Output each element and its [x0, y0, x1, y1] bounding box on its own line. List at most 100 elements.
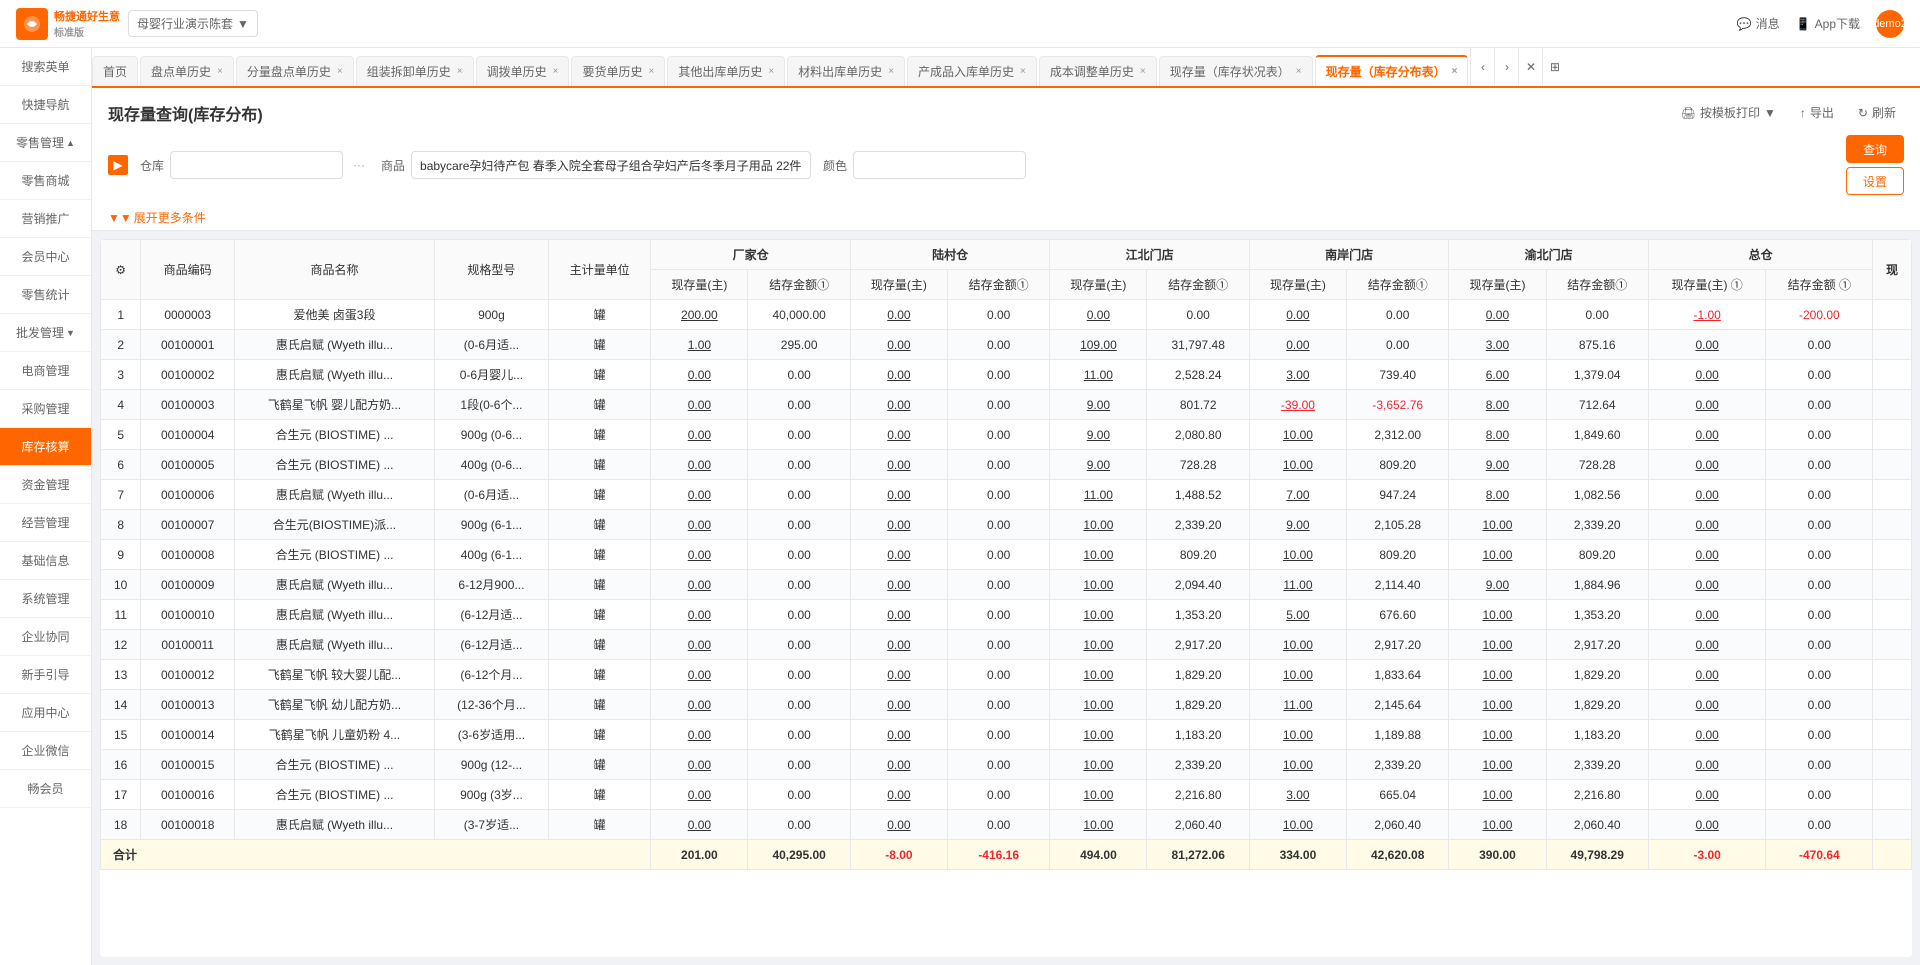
message-icon: 💬	[1737, 17, 1752, 31]
tab-product-in[interactable]: 产成品入库单历史 ×	[907, 56, 1037, 86]
message-btn[interactable]: 💬 消息	[1737, 15, 1780, 32]
sidebar-item-retail-stats[interactable]: 零售统计	[0, 276, 91, 314]
close-icon[interactable]: ×	[768, 66, 774, 77]
tab-inventory-count[interactable]: 盘点单历史 ×	[140, 56, 234, 86]
expand-icon: ▼▼	[108, 211, 132, 225]
th-jb-amt: 结存金额①	[1147, 270, 1249, 300]
print-btn[interactable]: 🖨 按模板打印 ▼	[1673, 100, 1784, 125]
th-yb-qty: 现存量(主)	[1449, 270, 1546, 300]
sidebar-item-member[interactable]: 会员中心	[0, 238, 91, 276]
tab-home[interactable]: 首页	[92, 56, 138, 86]
sidebar-item-search[interactable]: 搜索英单	[0, 48, 91, 86]
tabs-expand-btn[interactable]: ⊞	[1542, 48, 1566, 86]
product-input[interactable]	[411, 151, 811, 179]
close-icon[interactable]: ×	[888, 66, 894, 77]
close-icon[interactable]: ×	[217, 66, 223, 77]
top-bar-right: 💬 消息 📱 App下载 demo2	[1737, 10, 1904, 38]
chevron-down-icon2: ▼	[1764, 106, 1776, 120]
tabs-bar: 首页 盘点单历史 × 分量盘点单历史 × 组装拆卸单历史 × 调拨单历史 × 要…	[92, 48, 1920, 88]
sidebar-item-member2[interactable]: 畅会员	[0, 770, 91, 808]
th-jiangbei-store: 江北门店	[1050, 240, 1250, 270]
table-row: 600100005合生元 (BIOSTIME) ...400g (0-6...罐…	[101, 450, 1912, 480]
page-title: 现存量查询(库存分布)	[108, 101, 263, 125]
refresh-icon: ↻	[1858, 106, 1868, 120]
close-icon[interactable]: ×	[1020, 66, 1026, 77]
th-current: 现	[1873, 240, 1912, 300]
sidebar-item-system[interactable]: 系统管理	[0, 580, 91, 618]
table-row: 400100003飞鹤星飞帆 婴儿配方奶...1段(0-6个...罐0.000.…	[101, 390, 1912, 420]
summary-fj-qty: 201.00	[651, 840, 748, 870]
sidebar-item-retail-mgmt[interactable]: 零售管理 ▲	[0, 124, 91, 162]
close-icon[interactable]: ×	[648, 66, 654, 77]
sidebar-item-purchase[interactable]: 采购管理	[0, 390, 91, 428]
sidebar-item-operation[interactable]: 经营管理	[0, 504, 91, 542]
search-area: ▶ 仓库 ··· 商品 颜色 查询 设置	[92, 125, 1920, 205]
close-icon[interactable]: ×	[553, 66, 559, 77]
export-btn[interactable]: ↑ 导出	[1792, 100, 1842, 125]
tab-cost-adjust[interactable]: 成本调整单历史 ×	[1039, 56, 1157, 86]
sidebar-item-guide[interactable]: 新手引导	[0, 656, 91, 694]
close-icon[interactable]: ×	[1140, 66, 1146, 77]
warehouse-input[interactable]	[170, 151, 343, 179]
sidebar-item-enterprise-wechat[interactable]: 企业微信	[0, 732, 91, 770]
chevron-icon2: ▼	[66, 328, 75, 338]
sidebar-item-inventory[interactable]: 库存核算	[0, 428, 91, 466]
tab-split-count[interactable]: 分量盘点单历史 ×	[236, 56, 354, 86]
table-row: 500100004合生元 (BIOSTIME) ...900g (0-6...罐…	[101, 420, 1912, 450]
table-row: 1100100010惠氏启赋 (Wyeth illu...(6-12月适...罐…	[101, 600, 1912, 630]
top-bar-left: 畅捷通好生意 标准版 母婴行业演示陈套 ▼	[16, 8, 258, 40]
summary-na-amt: 42,620.08	[1346, 840, 1448, 870]
setting-button[interactable]: 设置	[1846, 167, 1904, 195]
tab-stock-dist[interactable]: 现存量（库存分布表）×	[1315, 55, 1469, 86]
tabs-prev-btn[interactable]: ‹	[1470, 48, 1494, 86]
product-field: 商品	[381, 151, 811, 179]
close-icon[interactable]: ×	[337, 66, 343, 77]
page-header: 现存量查询(库存分布) 🖨 按模板打印 ▼ ↑ 导出 ↻ 刷新	[92, 88, 1920, 125]
sidebar-item-enterprise[interactable]: 企业协同	[0, 618, 91, 656]
collapse-arrow-btn[interactable]: ▶	[108, 155, 128, 175]
tab-requisition[interactable]: 要货单历史 ×	[571, 56, 665, 86]
summary-yb-qty: 390.00	[1449, 840, 1546, 870]
color-input[interactable]	[853, 151, 1026, 179]
tab-stock-status[interactable]: 现存量（库存状况表）×	[1159, 56, 1313, 86]
summary-jb-qty: 494.00	[1050, 840, 1147, 870]
summary-fj-amt: 40,295.00	[748, 840, 850, 870]
tabs-close-all-btn[interactable]: ✕	[1518, 48, 1542, 86]
sidebar-item-finance[interactable]: 资金管理	[0, 466, 91, 504]
refresh-btn[interactable]: ↻ 刷新	[1850, 100, 1904, 125]
expand-conditions-btn[interactable]: ▼▼ 展开更多条件	[108, 209, 1904, 226]
summary-yb-amt: 49,798.29	[1546, 840, 1648, 870]
page-actions: 🖨 按模板打印 ▼ ↑ 导出 ↻ 刷新	[1673, 100, 1904, 125]
summary-jb-amt: 81,272.06	[1147, 840, 1249, 870]
app-download-btn[interactable]: 📱 App下载	[1796, 15, 1860, 32]
th-fj-amt: 结存金额①	[748, 270, 850, 300]
store-selector[interactable]: 母婴行业演示陈套 ▼	[128, 10, 258, 37]
tab-other-out[interactable]: 其他出库单历史 ×	[667, 56, 785, 86]
tab-assembly[interactable]: 组装拆卸单历史 ×	[356, 56, 474, 86]
logo-text: 畅捷通好生意 标准版	[54, 8, 120, 39]
th-settings[interactable]: ⚙	[101, 240, 141, 300]
sidebar-item-wholesale[interactable]: 批发管理 ▼	[0, 314, 91, 352]
sidebar-item-retail-mall[interactable]: 零售商城	[0, 162, 91, 200]
sidebar-item-marketing[interactable]: 营销推广	[0, 200, 91, 238]
th-name: 商品名称	[234, 240, 434, 300]
tab-transfer[interactable]: 调拨单历史 ×	[476, 56, 570, 86]
sidebar-item-nav[interactable]: 快捷导航	[0, 86, 91, 124]
query-button[interactable]: 查询	[1846, 135, 1904, 163]
table-row: 1600100015合生元 (BIOSTIME) ...900g (12-...…	[101, 750, 1912, 780]
close-icon[interactable]: ×	[1452, 66, 1458, 77]
th-yb-amt: 结存金额①	[1546, 270, 1648, 300]
table-container[interactable]: ⚙ 商品编码 商品名称 规格型号 主计量单位 厂家仓 陆村仓 江北门店 南岸门店…	[100, 239, 1912, 957]
warehouse-dots-btn[interactable]: ···	[349, 158, 369, 172]
avatar[interactable]: demo2	[1876, 10, 1904, 38]
product-label: 商品	[381, 157, 405, 174]
main-content: 现存量查询(库存分布) 🖨 按模板打印 ▼ ↑ 导出 ↻ 刷新 ▶ 仓库 ···	[92, 88, 1920, 965]
tab-material-out[interactable]: 材料出库单历史 ×	[787, 56, 905, 86]
sidebar-item-app-center[interactable]: 应用中心	[0, 694, 91, 732]
close-icon[interactable]: ×	[1296, 66, 1302, 77]
sidebar-item-ecommerce[interactable]: 电商管理	[0, 352, 91, 390]
tabs-next-btn[interactable]: ›	[1494, 48, 1518, 86]
sidebar-item-basic[interactable]: 基础信息	[0, 542, 91, 580]
th-spec: 规格型号	[434, 240, 548, 300]
close-icon[interactable]: ×	[457, 66, 463, 77]
